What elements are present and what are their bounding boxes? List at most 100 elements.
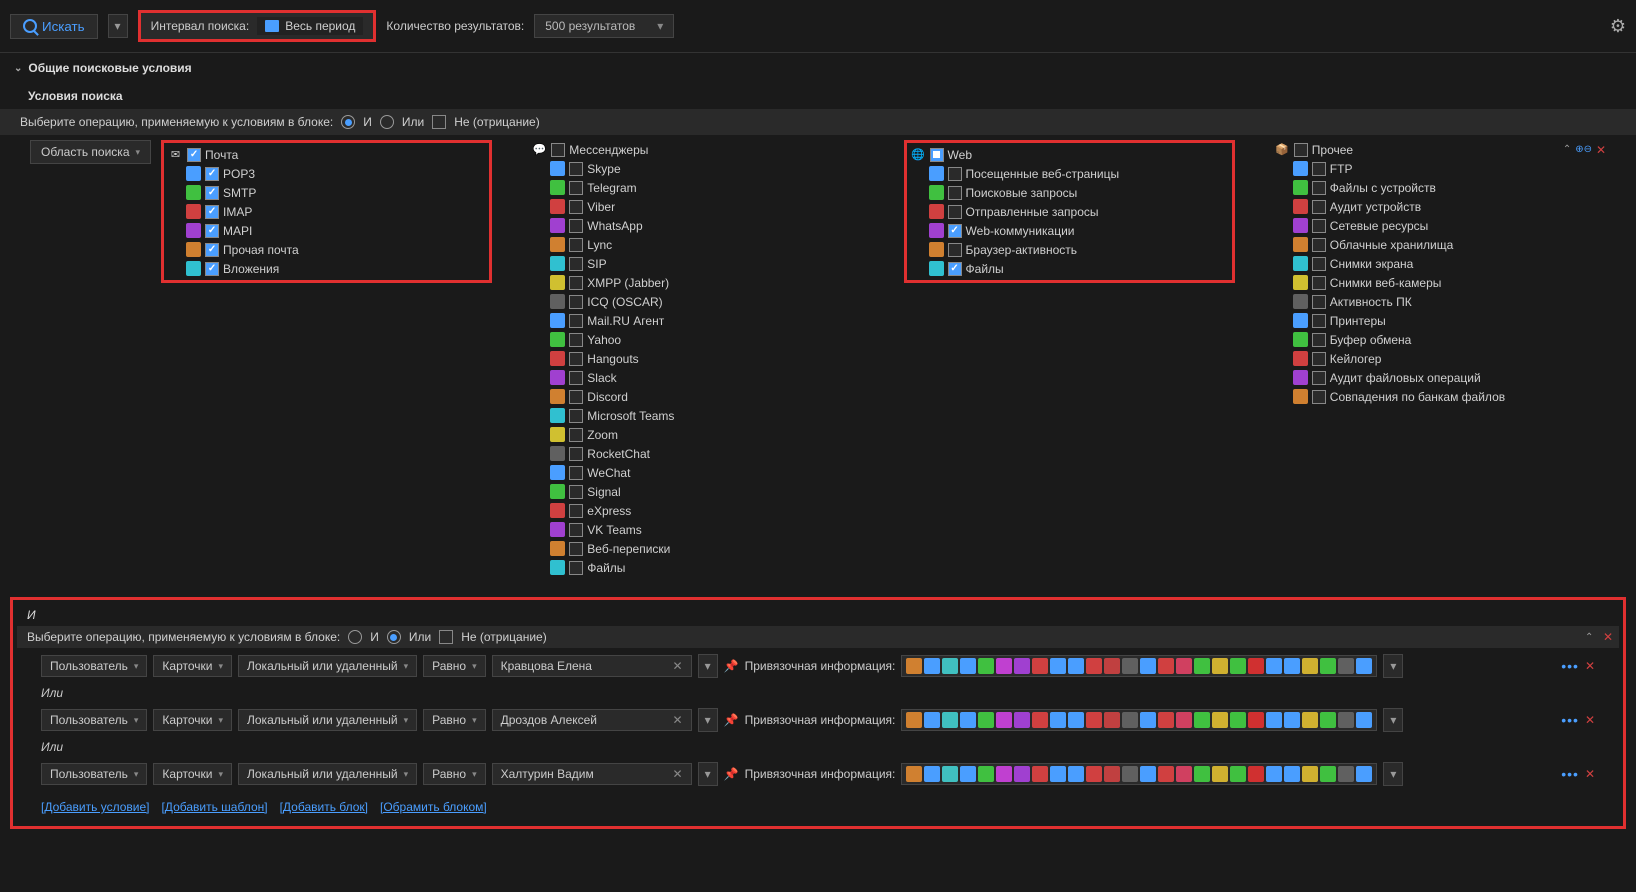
equals-selector[interactable]: Равно▾: [423, 763, 486, 785]
scope-item-checkbox[interactable]: [569, 200, 583, 214]
scope-item[interactable]: Hangouts: [532, 349, 863, 368]
scope-item[interactable]: Совпадения по банкам файлов: [1275, 387, 1606, 406]
scope-item-checkbox[interactable]: [569, 181, 583, 195]
scope-item-checkbox[interactable]: [569, 219, 583, 233]
scope-item-checkbox[interactable]: [569, 162, 583, 176]
scope-item-checkbox[interactable]: [569, 314, 583, 328]
scope-item[interactable]: Аудит файловых операций: [1275, 368, 1606, 387]
scope-item-checkbox[interactable]: [569, 333, 583, 347]
scope-item-checkbox[interactable]: [948, 167, 962, 181]
scope-item[interactable]: Прочая почта: [168, 240, 485, 259]
value-box[interactable]: Кравцова Елена✕: [492, 655, 692, 677]
scope-item-checkbox[interactable]: [569, 561, 583, 575]
pin-icon[interactable]: 📌: [724, 713, 739, 727]
binding-icons[interactable]: [901, 763, 1377, 785]
row-menu[interactable]: •••: [1561, 766, 1579, 782]
row-delete[interactable]: ✕: [1585, 767, 1595, 781]
other-header[interactable]: 📦 Прочее ⌃ ⊕⊖ ✕: [1275, 140, 1606, 159]
scope-item[interactable]: Signal: [532, 482, 863, 501]
scope-item[interactable]: Telegram: [532, 178, 863, 197]
scope-item[interactable]: Slack: [532, 368, 863, 387]
scope-item[interactable]: WeChat: [532, 463, 863, 482]
scope-button[interactable]: Область поиска ▾: [30, 140, 151, 164]
scope-item[interactable]: Mail.RU Агент: [532, 311, 863, 330]
radio-and[interactable]: [341, 115, 355, 129]
link-add-template[interactable]: [Добавить шаблон]: [161, 800, 267, 814]
binding-dropdown[interactable]: ▾: [1383, 708, 1403, 732]
messengers-header[interactable]: 💬 Мессенджеры: [532, 140, 863, 159]
link-add-condition[interactable]: [Добавить условие]: [41, 800, 149, 814]
scope-item-checkbox[interactable]: [1312, 276, 1326, 290]
scope-item[interactable]: Файлы: [532, 558, 863, 577]
scope-item-checkbox[interactable]: [569, 390, 583, 404]
interval-selector[interactable]: Весь период: [257, 17, 363, 35]
scope-item-checkbox[interactable]: [1312, 181, 1326, 195]
scope-item[interactable]: POP3: [168, 164, 485, 183]
scope-item[interactable]: Облачные хранилища: [1275, 235, 1606, 254]
scope-item-checkbox[interactable]: [1312, 333, 1326, 347]
cards-selector[interactable]: Карточки▾: [153, 655, 232, 677]
scope-item[interactable]: Microsoft Teams: [532, 406, 863, 425]
scope-item[interactable]: RocketChat: [532, 444, 863, 463]
value-dropdown[interactable]: ▾: [698, 762, 718, 786]
scope-item[interactable]: Lync: [532, 235, 863, 254]
scope-item[interactable]: Отправленные запросы: [911, 202, 1228, 221]
scope-item[interactable]: Viber: [532, 197, 863, 216]
gear-icon[interactable]: ⚙: [1610, 16, 1626, 37]
scope-item-checkbox[interactable]: [1312, 352, 1326, 366]
local-selector[interactable]: Локальный или удаленный▾: [238, 655, 417, 677]
scope-item-checkbox[interactable]: [569, 466, 583, 480]
scope-item[interactable]: Web-коммуникации: [911, 221, 1228, 240]
scope-item-checkbox[interactable]: [569, 371, 583, 385]
binding-icons[interactable]: [901, 709, 1377, 731]
cards-selector[interactable]: Карточки▾: [153, 709, 232, 731]
scope-item-checkbox[interactable]: [948, 262, 962, 276]
scope-item-checkbox[interactable]: [569, 504, 583, 518]
scope-item[interactable]: eXpress: [532, 501, 863, 520]
clear-icon[interactable]: ✕: [673, 767, 683, 781]
scope-item-checkbox[interactable]: [948, 205, 962, 219]
scope-item-checkbox[interactable]: [569, 485, 583, 499]
user-selector[interactable]: Пользователь▾: [41, 655, 147, 677]
link-add-block[interactable]: [Добавить блок]: [280, 800, 368, 814]
user-selector[interactable]: Пользователь▾: [41, 709, 147, 731]
scope-item[interactable]: XMPP (Jabber): [532, 273, 863, 292]
scope-item[interactable]: Браузер-активность: [911, 240, 1228, 259]
checkbox-not[interactable]: [432, 115, 446, 129]
scope-item[interactable]: Аудит устройств: [1275, 197, 1606, 216]
scope-item-checkbox[interactable]: [205, 243, 219, 257]
scope-item[interactable]: Активность ПК: [1275, 292, 1606, 311]
scope-item[interactable]: SIP: [532, 254, 863, 273]
equals-selector[interactable]: Равно▾: [423, 709, 486, 731]
scope-item[interactable]: Сетевые ресурсы: [1275, 216, 1606, 235]
scope-item[interactable]: Файлы: [911, 259, 1228, 278]
binding-dropdown[interactable]: ▾: [1383, 654, 1403, 678]
clear-icon[interactable]: ✕: [673, 713, 683, 727]
scope-item-checkbox[interactable]: [1312, 200, 1326, 214]
scope-item[interactable]: WhatsApp: [532, 216, 863, 235]
value-box[interactable]: Халтурин Вадим✕: [492, 763, 692, 785]
cards-selector[interactable]: Карточки▾: [153, 763, 232, 785]
results-selector[interactable]: 500 результатов ▾: [534, 14, 674, 38]
scope-item-checkbox[interactable]: [205, 262, 219, 276]
search-dropdown-arrow[interactable]: ▾: [108, 14, 128, 38]
scope-item-checkbox[interactable]: [205, 167, 219, 181]
scope-item[interactable]: IMAP: [168, 202, 485, 221]
web-header[interactable]: 🌐 Web: [911, 145, 1228, 164]
scope-item-checkbox[interactable]: [948, 243, 962, 257]
scope-item-checkbox[interactable]: [569, 238, 583, 252]
row-delete[interactable]: ✕: [1585, 713, 1595, 727]
pin-icon[interactable]: 📌: [724, 767, 739, 781]
scope-item[interactable]: FTP: [1275, 159, 1606, 178]
web-checkbox[interactable]: [930, 148, 944, 162]
scope-item[interactable]: Yahoo: [532, 330, 863, 349]
scope-item[interactable]: Кейлогер: [1275, 349, 1606, 368]
scope-item-checkbox[interactable]: [1312, 295, 1326, 309]
scope-item[interactable]: Буфер обмена: [1275, 330, 1606, 349]
mail-header[interactable]: ✉ Почта: [168, 145, 485, 164]
scope-item-checkbox[interactable]: [1312, 238, 1326, 252]
scope-item-checkbox[interactable]: [1312, 257, 1326, 271]
scope-item[interactable]: ICQ (OSCAR): [532, 292, 863, 311]
row-menu[interactable]: •••: [1561, 712, 1579, 728]
scope-item[interactable]: Посещенные веб-страницы: [911, 164, 1228, 183]
